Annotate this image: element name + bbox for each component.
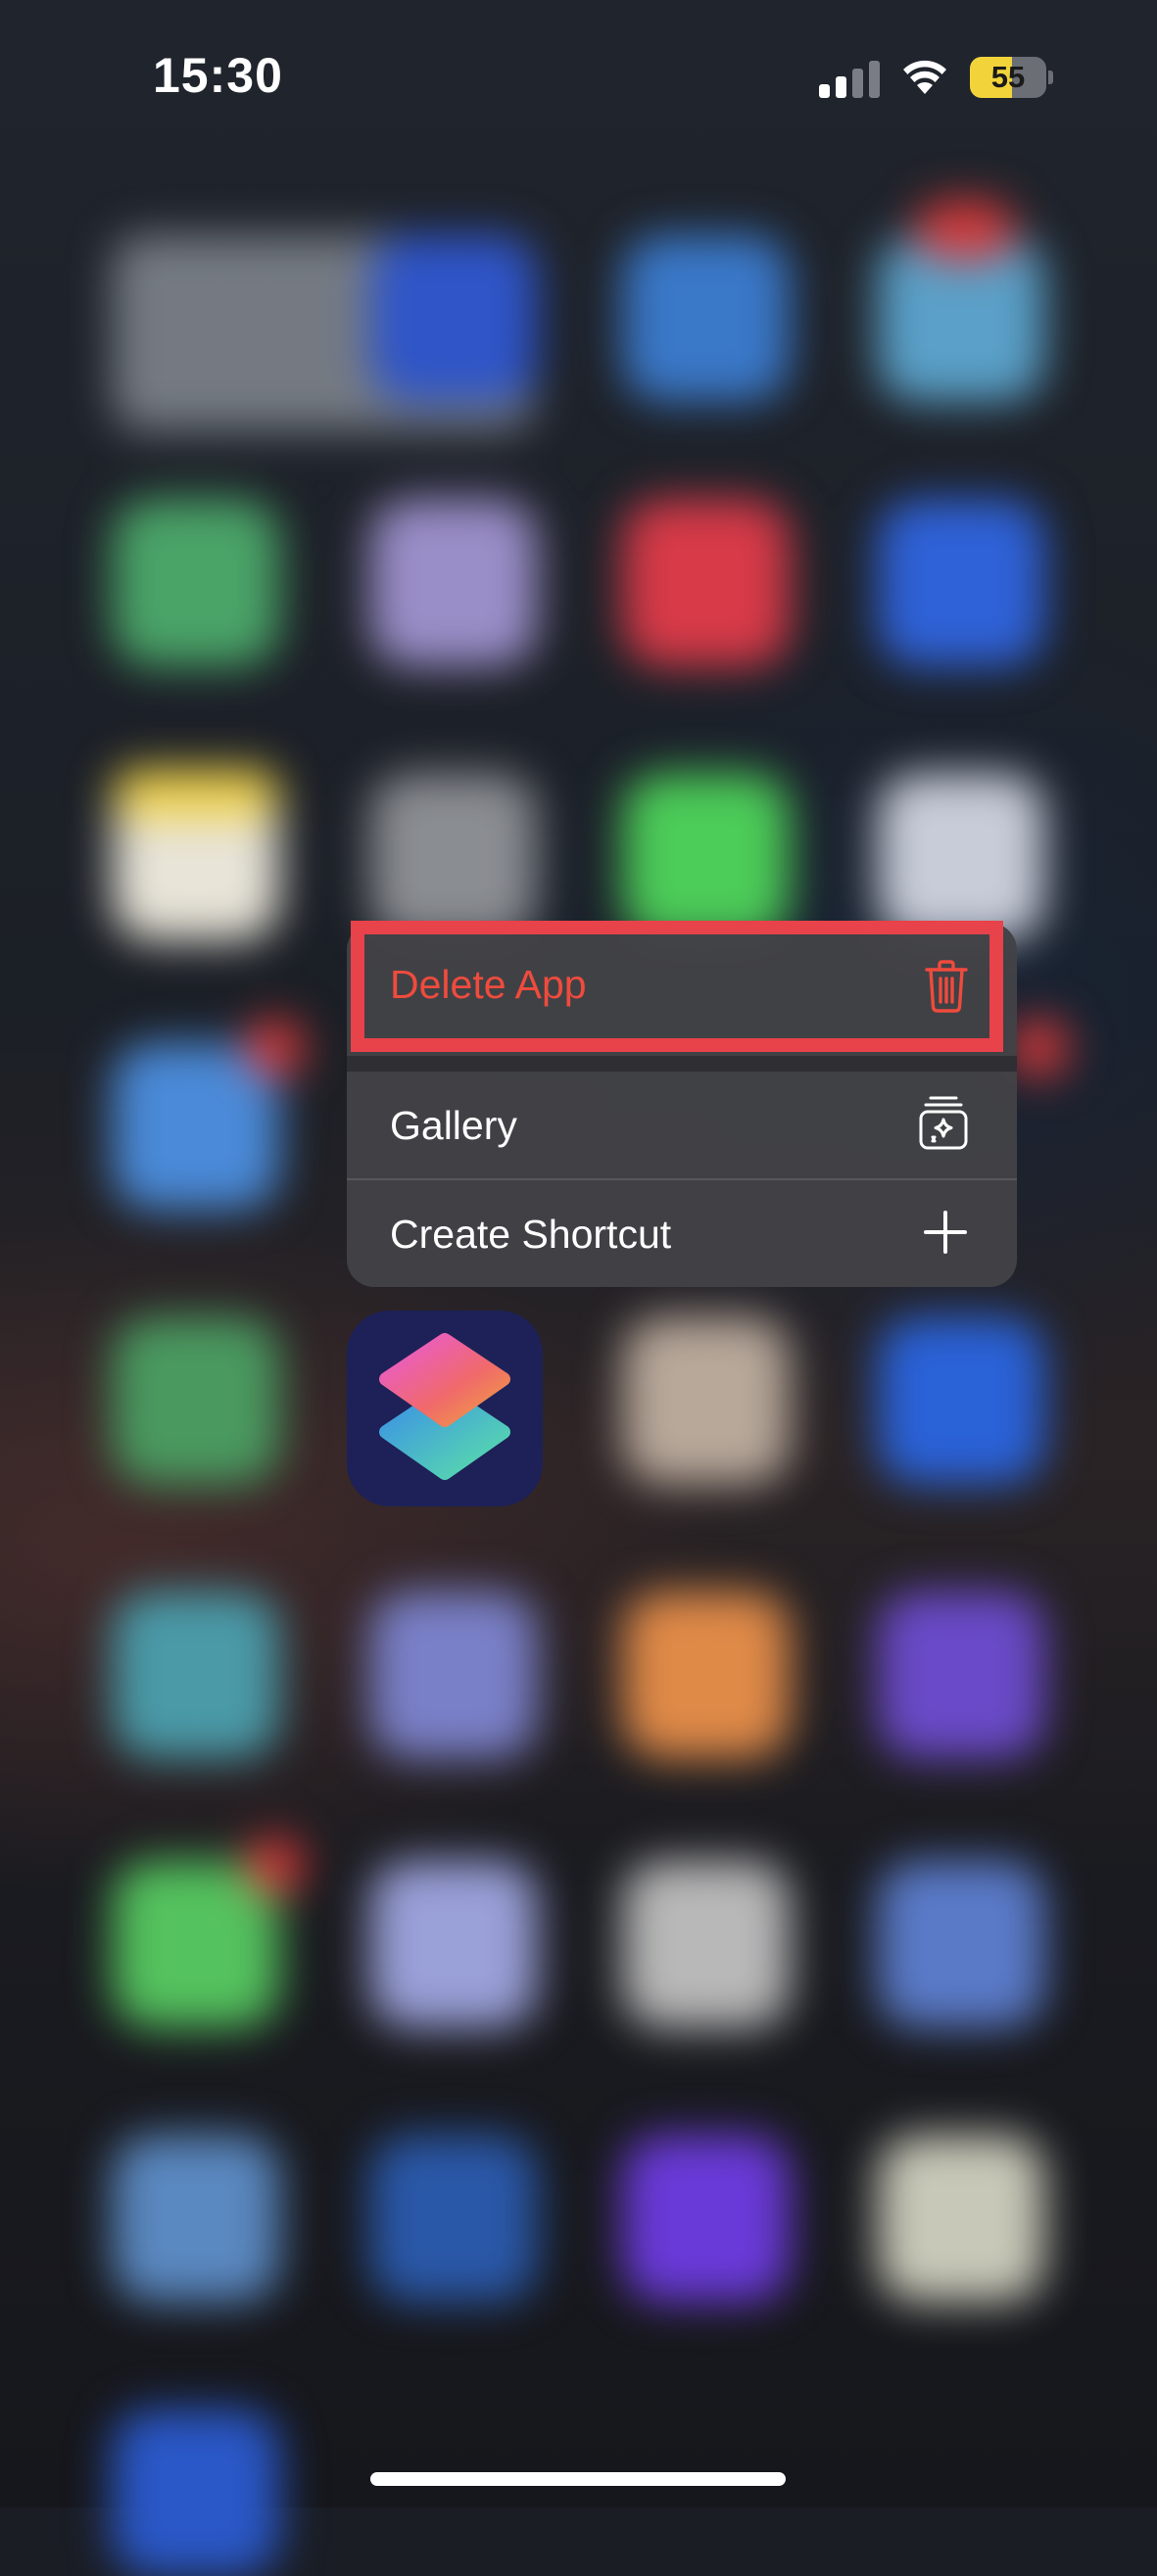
create-shortcut-menu-item[interactable]: Create Shortcut <box>347 1180 1017 1287</box>
battery-icon: 55 <box>970 57 1053 100</box>
delete-app-menu-item[interactable]: Delete App <box>347 923 1017 1056</box>
blurred-app <box>878 1861 1044 2027</box>
cellular-signal-icon <box>819 61 882 98</box>
blurred-app <box>623 2135 790 2302</box>
blurred-app <box>878 2135 1044 2302</box>
gallery-icon <box>919 1096 968 1150</box>
gallery-menu-item[interactable]: Gallery <box>347 1072 1017 1178</box>
plus-icon <box>924 1211 967 1254</box>
blurred-app <box>623 774 790 940</box>
blurred-app <box>245 1837 304 1895</box>
shortcuts-logo-icon <box>379 1333 510 1480</box>
blurred-app <box>370 774 537 940</box>
app-context-menu: Delete App Gallery Create Shortcut <box>347 923 1017 1287</box>
blurred-app <box>113 1317 279 1484</box>
blurred-app <box>113 2135 279 2302</box>
delete-app-label: Delete App <box>390 962 587 1007</box>
blurred-app <box>370 500 537 666</box>
blurred-app <box>113 2409 279 2576</box>
menu-group-separator <box>347 1056 1017 1072</box>
blurred-app <box>1009 1019 1068 1077</box>
blurred-app <box>113 500 279 666</box>
blurred-app <box>623 1592 790 1758</box>
blurred-app <box>623 1861 790 2027</box>
gallery-label: Gallery <box>390 1103 517 1148</box>
create-shortcut-label: Create Shortcut <box>390 1212 672 1257</box>
blurred-app <box>370 2135 537 2302</box>
blurred-app <box>623 1317 790 1484</box>
blurred-app <box>916 201 1014 260</box>
blurred-app <box>370 1592 537 1758</box>
blurred-app <box>370 1861 537 2027</box>
blurred-app <box>623 500 790 666</box>
blurred-app <box>878 1317 1044 1484</box>
blurred-app <box>878 1592 1044 1758</box>
blurred-app <box>245 1019 304 1077</box>
blurred-app <box>878 774 1044 940</box>
blurred-app <box>878 500 1044 666</box>
wifi-icon <box>903 60 946 94</box>
blurred-app <box>113 769 279 818</box>
trash-icon <box>925 960 968 1013</box>
blurred-app <box>878 235 1044 402</box>
blurred-app <box>623 235 790 402</box>
status-time: 15:30 <box>153 48 283 103</box>
battery-level: 55 <box>990 60 1026 94</box>
shortcuts-app-icon[interactable] <box>347 1311 543 1506</box>
blurred-app <box>370 235 537 402</box>
home-indicator[interactable] <box>370 2472 786 2486</box>
blurred-app <box>113 1592 279 1758</box>
